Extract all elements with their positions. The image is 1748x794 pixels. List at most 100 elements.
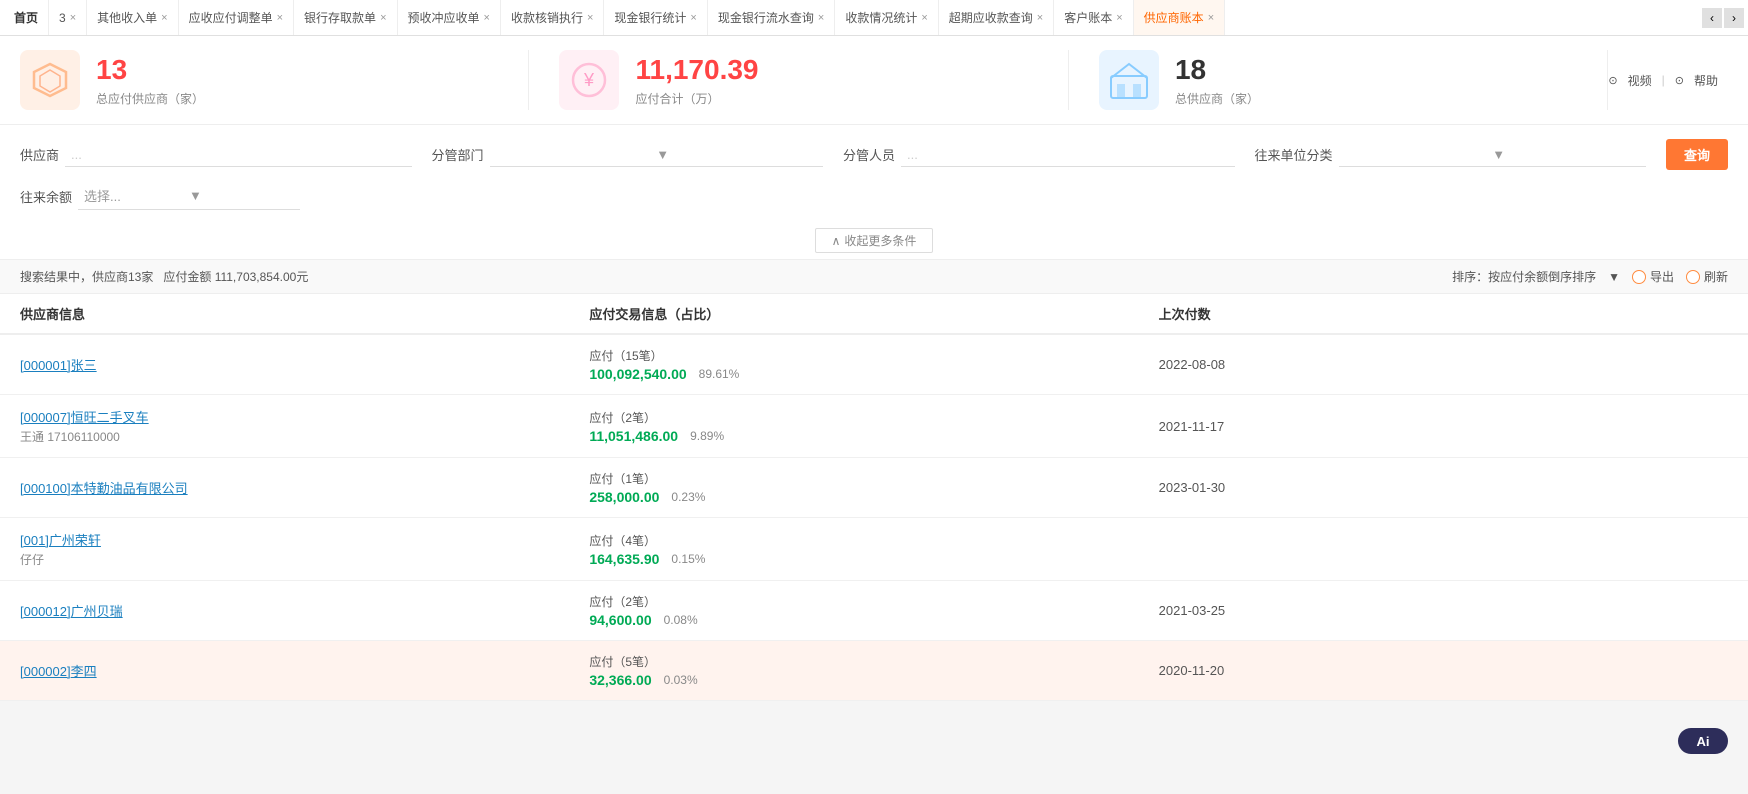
filter-row-2: 往来余额 选择... ▼	[20, 182, 1728, 210]
close-icon[interactable]: ×	[587, 12, 593, 24]
filter-dept: 分管部门 ▼	[432, 143, 824, 167]
payable-suppliers-label: 总应付供应商（家）	[96, 90, 204, 107]
nav-tab-home[interactable]: 首页	[4, 0, 49, 35]
export-button[interactable]: 导出	[1632, 268, 1674, 285]
close-icon[interactable]: ×	[484, 12, 490, 24]
trade-cell-6: 应付（5笔） 32,366.00 0.03%	[589, 653, 1158, 688]
last-pay-cell-6: 2020-11-20	[1159, 663, 1728, 678]
other-income-label: 其他收入单	[97, 9, 157, 26]
nav-tab-receipt-stat[interactable]: 收款情况统计 ×	[835, 0, 938, 35]
dept-select[interactable]: ▼	[490, 143, 823, 167]
trade-amount-2: 11,051,486.00	[589, 428, 678, 444]
nav-tab-overdue-query[interactable]: 超期应收款查询 ×	[939, 0, 1054, 35]
nav-tab-receivable-adjust[interactable]: 应收应付调整单 ×	[179, 0, 294, 35]
trade-row-5: 94,600.00 0.08%	[589, 612, 1158, 628]
stat-info-payable: 13 总应付供应商（家）	[96, 53, 204, 108]
trade-cell-5: 应付（2笔） 94,600.00 0.08%	[589, 593, 1158, 628]
supplier-cell-1: [000001]张三	[20, 355, 589, 374]
main-table: 供应商信息 应付交易信息（占比） 上次付数 [000001]张三 应付（15笔）…	[0, 294, 1748, 701]
receipt-verify-label: 收款核销执行	[511, 9, 583, 26]
col-last-pay: 上次付数	[1159, 304, 1728, 323]
nav-tab-3[interactable]: 3 ×	[49, 0, 87, 35]
top-right-links: ⊙ 视频 | ⊙ 帮助	[1608, 72, 1728, 89]
trade-row-4: 164,635.90 0.15%	[589, 551, 1158, 567]
trade-amount-3: 258,000.00	[589, 489, 659, 505]
nav-arrow-left[interactable]: ‹	[1702, 8, 1722, 28]
close-icon[interactable]: ×	[380, 12, 386, 24]
nav-arrow-right[interactable]: ›	[1724, 8, 1744, 28]
supplier-link-3[interactable]: [000100]本特勤油品有限公司	[20, 481, 188, 496]
trade-cell-4: 应付（4笔） 164,635.90 0.15%	[589, 532, 1158, 567]
search-button[interactable]: 查询	[1666, 139, 1728, 170]
close-icon[interactable]: ×	[690, 12, 696, 24]
nav-tab-bank-deposit[interactable]: 银行存取款单 ×	[294, 0, 397, 35]
person-filter-label: 分管人员	[843, 145, 895, 164]
video-link[interactable]: 视频	[1628, 72, 1652, 89]
refresh-button[interactable]: 刷新	[1686, 268, 1728, 285]
supplier-cell-6: [000002]李四	[20, 661, 589, 680]
customer-ledger-label: 客户账本	[1064, 9, 1112, 26]
last-pay-cell-5: 2021-03-25	[1159, 603, 1728, 618]
close-icon[interactable]: ×	[161, 12, 167, 24]
category-filter-label: 往来单位分类	[1255, 145, 1333, 164]
nav-tab-cash-bank-flow[interactable]: 现金银行流水查询 ×	[708, 0, 835, 35]
supplier-link-5[interactable]: [000012]广州贝瑞	[20, 604, 123, 619]
trade-label-6: 应付（5笔）	[589, 653, 1158, 670]
balance-select[interactable]: 选择... ▼	[78, 182, 300, 210]
trade-pct-3: 0.23%	[671, 490, 705, 504]
nav-tab-supplier-ledger[interactable]: 供应商账本 ×	[1134, 0, 1225, 35]
supplier-cell-5: [000012]广州贝瑞	[20, 601, 589, 620]
close-icon[interactable]: ×	[1208, 12, 1214, 24]
total-suppliers-label: 总供应商（家）	[1175, 90, 1259, 107]
top-navigation: 首页 3 × 其他收入单 × 应收应付调整单 × 银行存取款单 × 预收冲应收单…	[0, 0, 1748, 36]
close-icon[interactable]: ×	[277, 12, 283, 24]
close-icon[interactable]: ×	[70, 12, 76, 24]
last-pay-3: 2023-01-30	[1159, 480, 1226, 495]
nav-tab-other-income[interactable]: 其他收入单 ×	[87, 0, 178, 35]
trade-label-5: 应付（2笔）	[589, 593, 1158, 610]
nav-tab-receipt-verify[interactable]: 收款核销执行 ×	[501, 0, 604, 35]
close-icon[interactable]: ×	[1037, 12, 1043, 24]
last-pay-2: 2021-11-17	[1159, 419, 1225, 434]
trade-amount-1: 100,092,540.00	[589, 366, 686, 382]
refresh-label: 刷新	[1704, 268, 1728, 285]
table-row: [000007]恒旺二手叉车 王通 17106110000 应付（2笔） 11,…	[0, 395, 1748, 458]
svg-text:¥: ¥	[583, 70, 595, 90]
supplier-cell-3: [000100]本特勤油品有限公司	[20, 478, 589, 497]
ai-button[interactable]: Ai	[1678, 728, 1728, 754]
stat-info-total-sup: 18 总供应商（家）	[1175, 53, 1259, 108]
collapse-row: ∧ 收起更多条件	[20, 222, 1728, 259]
sort-label: 排序：按应付余额倒序排序	[1452, 268, 1596, 285]
nav-tab-advance-collect[interactable]: 预收冲应收单 ×	[398, 0, 501, 35]
supplier-link-2[interactable]: [000007]恒旺二手叉车	[20, 410, 149, 425]
col-trade-info: 应付交易信息（占比）	[589, 304, 1158, 323]
nav-tab-cash-bank-stat[interactable]: 现金银行统计 ×	[604, 0, 707, 35]
trade-amount-6: 32,366.00	[589, 672, 651, 688]
stat-info-total: 11,170.39 应付合计（万）	[635, 53, 758, 108]
supplier-cell-4: [001]广州荣轩 仔仔	[20, 530, 589, 568]
help-link[interactable]: 帮助	[1694, 72, 1718, 89]
divider: |	[1662, 73, 1665, 87]
supplier-link-6[interactable]: [000002]李四	[20, 664, 97, 679]
nav-tab-customer-ledger[interactable]: 客户账本 ×	[1054, 0, 1133, 35]
collapse-button[interactable]: ∧ 收起更多条件	[815, 228, 934, 253]
total-suppliers-number: 18	[1175, 53, 1259, 87]
close-icon[interactable]: ×	[921, 12, 927, 24]
advance-collect-label: 预收冲应收单	[408, 9, 480, 26]
supplier-link-1[interactable]: [000001]张三	[20, 358, 97, 373]
tab-3-label: 3	[59, 11, 66, 25]
person-input[interactable]	[901, 143, 1234, 167]
category-select[interactable]: ▼	[1339, 143, 1646, 167]
trade-pct-4: 0.15%	[671, 552, 705, 566]
export-icon	[1632, 270, 1646, 284]
result-actions: 排序：按应付余额倒序排序 ▼ 导出 刷新	[1452, 268, 1728, 285]
receivable-adjust-label: 应收应付调整单	[189, 9, 273, 26]
balance-filter-label: 往来余额	[20, 187, 72, 206]
supplier-link-4[interactable]: [001]广州荣轩	[20, 533, 101, 548]
supplier-input[interactable]	[65, 143, 411, 167]
close-icon[interactable]: ×	[818, 12, 824, 24]
trade-pct-1: 89.61%	[699, 367, 740, 381]
overdue-query-label: 超期应收款查询	[949, 9, 1033, 26]
result-info: 搜索结果中，供应商13家 应付金额 111,703,854.00元	[20, 268, 308, 285]
close-icon[interactable]: ×	[1116, 12, 1122, 24]
